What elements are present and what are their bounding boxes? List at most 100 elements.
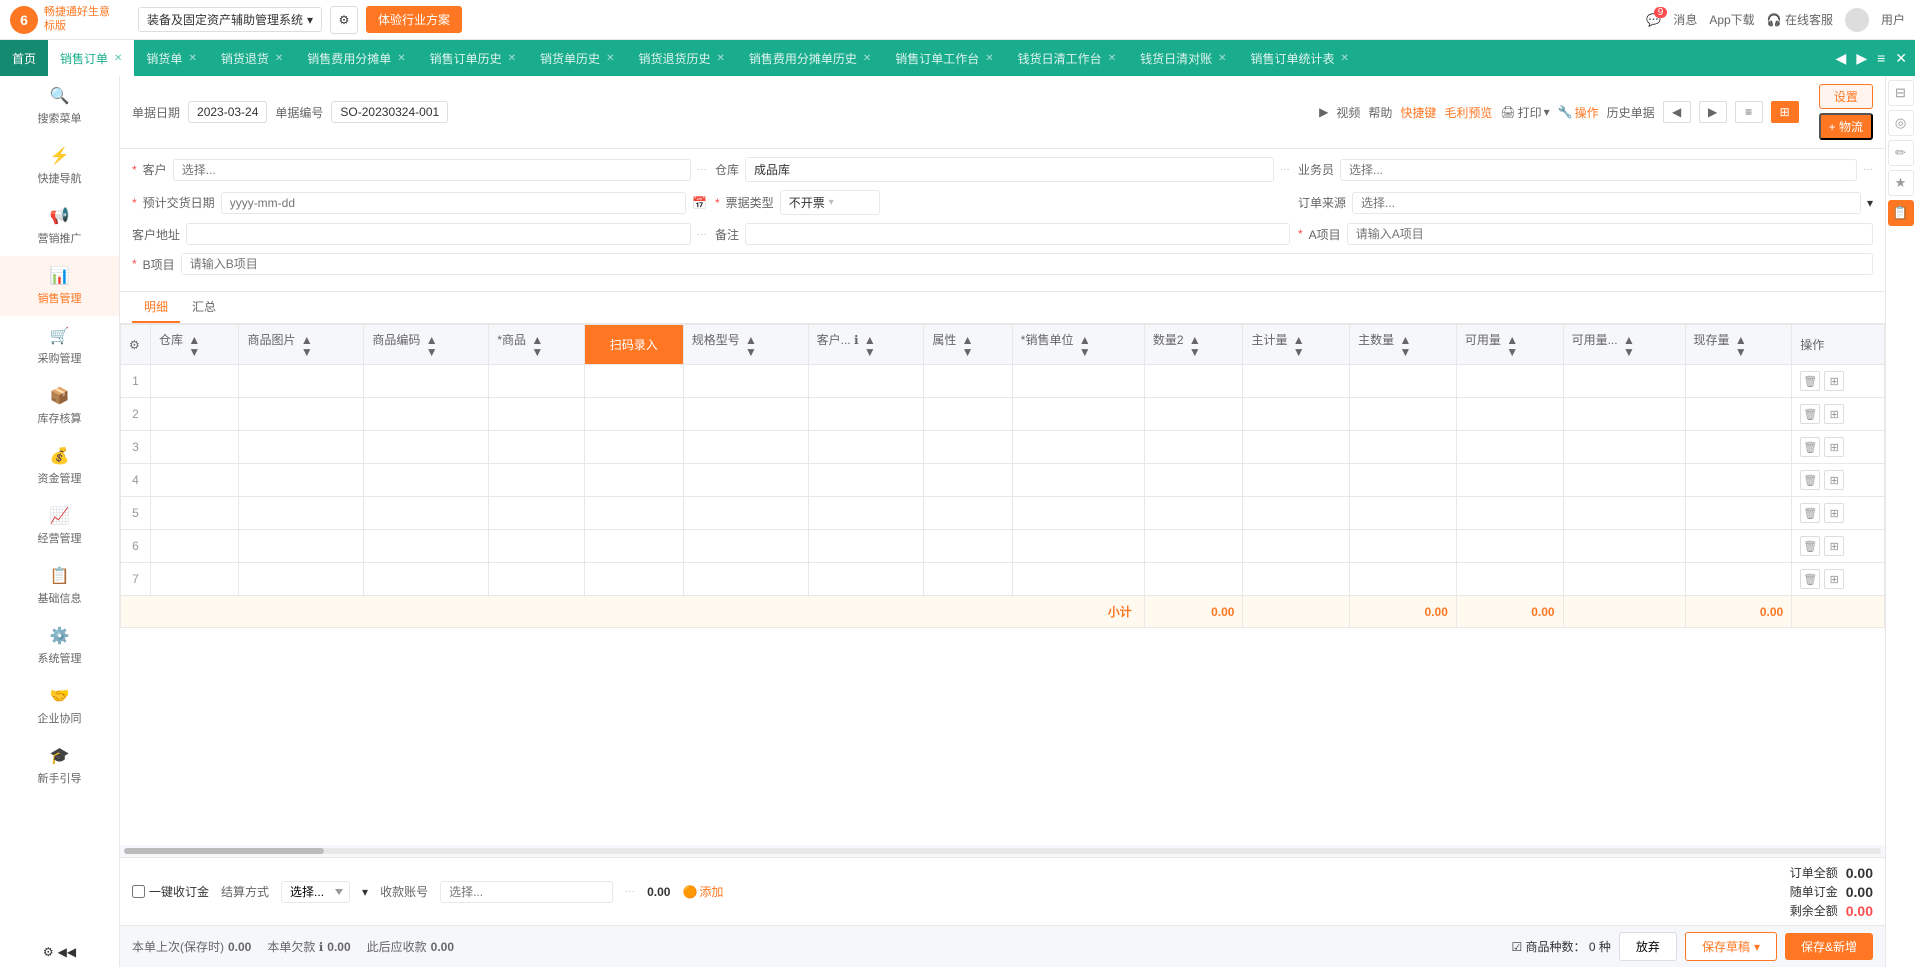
tab-cash-reconcile[interactable]: 钱货日清对账 ✕ <box>1128 40 1238 76</box>
copy-icon-7[interactable]: ⊞ <box>1824 569 1844 589</box>
cell-property-1[interactable] <box>924 365 1012 398</box>
gear-button[interactable]: ⚙ <box>330 6 358 34</box>
sidebar-item-search[interactable]: 🔍 搜索菜单 <box>0 76 119 136</box>
industry-btn[interactable]: 体验行业方案 <box>366 6 462 33</box>
date-value[interactable]: 2023-03-24 <box>188 101 267 123</box>
cell-main-qty-2[interactable] <box>1350 398 1457 431</box>
cell-code-2[interactable] <box>364 398 489 431</box>
right-panel-icon-4[interactable]: ★ <box>1888 170 1914 196</box>
tab-sales-invoice[interactable]: 销货单 ✕ <box>134 40 208 76</box>
sidebar-item-sales[interactable]: 📊 销售管理 <box>0 256 119 316</box>
more-icon-3[interactable]: ··· <box>1863 164 1873 175</box>
close-icon[interactable]: ✕ <box>188 53 196 64</box>
tab-invoice-history[interactable]: 销货单历史 ✕ <box>528 40 626 76</box>
save-draft-button[interactable]: 保存草稿 ▾ <box>1685 932 1777 961</box>
cell-product-1[interactable] <box>489 365 585 398</box>
print-btn[interactable]: 🖨 打印 ▾ <box>1500 104 1549 121</box>
sidebar-item-collab[interactable]: 🤝 企业协同 <box>0 676 119 736</box>
sn-value[interactable]: SO-20230324-001 <box>331 101 448 123</box>
copy-icon-2[interactable]: ⊞ <box>1824 404 1844 424</box>
system-selector[interactable]: 装备及固定资产辅助管理系统 ▾ <box>138 7 322 32</box>
right-panel-icon-1[interactable]: ⊟ <box>1888 80 1914 106</box>
grid-view-icon[interactable]: ⊞ <box>1771 101 1799 123</box>
close-icon[interactable]: ✕ <box>716 53 724 64</box>
delete-icon-5[interactable]: 🗑 <box>1800 503 1820 523</box>
nav-close-icon[interactable]: ✕ <box>1891 48 1911 69</box>
sidebar-item-inventory[interactable]: 📦 库存核算 <box>0 376 119 436</box>
delivery-date-input[interactable] <box>221 192 686 214</box>
view-btn[interactable]: 视频 <box>1336 104 1360 121</box>
tab-return-history[interactable]: 销货退货历史 ✕ <box>626 40 736 76</box>
shortcut-btn[interactable]: 快捷键 <box>1400 104 1436 121</box>
auto-confirm-checkbox[interactable]: 一键收订金 <box>132 883 209 900</box>
cell-customer-code-1[interactable] <box>808 365 924 398</box>
cell-qty2-2[interactable] <box>1144 398 1243 431</box>
tab-summary[interactable]: 汇总 <box>180 292 228 323</box>
address-input[interactable] <box>186 223 691 245</box>
cell-warehouse-1[interactable] <box>151 365 239 398</box>
sidebar-item-guide[interactable]: 🎓 新手引导 <box>0 736 119 796</box>
close-icon[interactable]: ✕ <box>397 53 405 64</box>
staff-input[interactable] <box>1340 159 1857 181</box>
cell-spec-2[interactable] <box>683 398 808 431</box>
horizontal-scrollbar[interactable] <box>120 845 1885 857</box>
col-scan[interactable]: 扫码录入 <box>584 325 683 365</box>
close-icon[interactable]: ✕ <box>114 53 122 64</box>
auto-confirm-input[interactable] <box>132 885 145 898</box>
right-panel-icon-2[interactable]: ◎ <box>1888 110 1914 136</box>
copy-icon-4[interactable]: ⊞ <box>1824 470 1844 490</box>
sidebar-collapse-btn[interactable]: ⚙ ◀◀ <box>0 937 119 967</box>
tab-detail[interactable]: 明细 <box>132 292 180 323</box>
more-icon[interactable]: ··· <box>697 164 707 175</box>
copy-icon-1[interactable]: ⊞ <box>1824 371 1844 391</box>
cell-unit-2[interactable] <box>1012 398 1144 431</box>
close-icon[interactable]: ✕ <box>1108 53 1116 64</box>
tab-cash-workbench[interactable]: 钱货日清工作台 ✕ <box>1006 40 1128 76</box>
tab-sales-expense[interactable]: 销售费用分摊单 ✕ <box>295 40 417 76</box>
add-payment-btn[interactable]: 🟠 添加 <box>682 883 723 900</box>
help-btn[interactable]: 帮助 <box>1368 104 1392 121</box>
tab-order-history[interactable]: 销售订单历史 ✕ <box>418 40 528 76</box>
order-source-input[interactable] <box>1352 192 1861 214</box>
discard-button[interactable]: 放弃 <box>1619 932 1677 961</box>
sidebar-item-system[interactable]: ⚙️ 系统管理 <box>0 616 119 676</box>
cell-scan-2[interactable] <box>584 398 683 431</box>
sidebar-item-basic[interactable]: 📋 基础信息 <box>0 556 119 616</box>
settings-button[interactable]: 设置 <box>1819 84 1873 109</box>
history-btn[interactable]: 历史单据 <box>1607 104 1655 121</box>
right-panel-icon-3[interactable]: ✏ <box>1888 140 1914 166</box>
tab-home[interactable]: 首页 <box>0 40 48 76</box>
cell-product-2[interactable] <box>489 398 585 431</box>
delete-icon-4[interactable]: 🗑 <box>1800 470 1820 490</box>
copy-icon-5[interactable]: ⊞ <box>1824 503 1844 523</box>
sidebar-item-purchase[interactable]: 🛒 采购管理 <box>0 316 119 376</box>
nav-next-icon[interactable]: ▶ <box>1852 48 1871 69</box>
online-service-link[interactable]: 🎧 在线客服 <box>1767 11 1833 28</box>
app-download-link[interactable]: App下载 <box>1709 11 1754 28</box>
cell-warehouse-3[interactable] <box>151 431 239 464</box>
nav-menu-icon[interactable]: ≡ <box>1873 48 1889 68</box>
delete-icon-6[interactable]: 🗑 <box>1800 536 1820 556</box>
close-icon[interactable]: ✕ <box>606 53 614 64</box>
sidebar-item-management[interactable]: 📈 经营管理 <box>0 496 119 556</box>
copy-icon-6[interactable]: ⊞ <box>1824 536 1844 556</box>
close-icon[interactable]: ✕ <box>1341 53 1349 64</box>
tab-sales-return[interactable]: 销货退货 ✕ <box>209 40 295 76</box>
warehouse-value[interactable]: 成品库 <box>745 157 1274 182</box>
nav-prev-icon[interactable]: ◀ <box>1832 48 1851 69</box>
nav-left-icon[interactable]: ◀ <box>1663 101 1691 123</box>
sidebar-item-finance[interactable]: 💰 资金管理 <box>0 436 119 496</box>
copy-icon-3[interactable]: ⊞ <box>1824 437 1844 457</box>
invoice-type-select[interactable]: 不开票 ▾ <box>780 190 880 215</box>
delete-icon-3[interactable]: 🗑 <box>1800 437 1820 457</box>
payment-method-select[interactable]: 选择... <box>281 881 350 903</box>
cell-unit-1[interactable] <box>1012 365 1144 398</box>
cell-property-2[interactable] <box>924 398 1012 431</box>
sidebar-item-marketing[interactable]: 📢 营销推广 <box>0 196 119 256</box>
close-icon[interactable]: ✕ <box>1218 53 1226 64</box>
more-icon-5[interactable]: ··· <box>625 886 635 897</box>
profit-btn[interactable]: 毛利预览 <box>1444 104 1492 121</box>
delete-icon-2[interactable]: 🗑 <box>1800 404 1820 424</box>
tab-expense-history[interactable]: 销售费用分摊单历史 ✕ <box>737 40 883 76</box>
list-view-icon[interactable]: ≡ <box>1735 101 1763 123</box>
